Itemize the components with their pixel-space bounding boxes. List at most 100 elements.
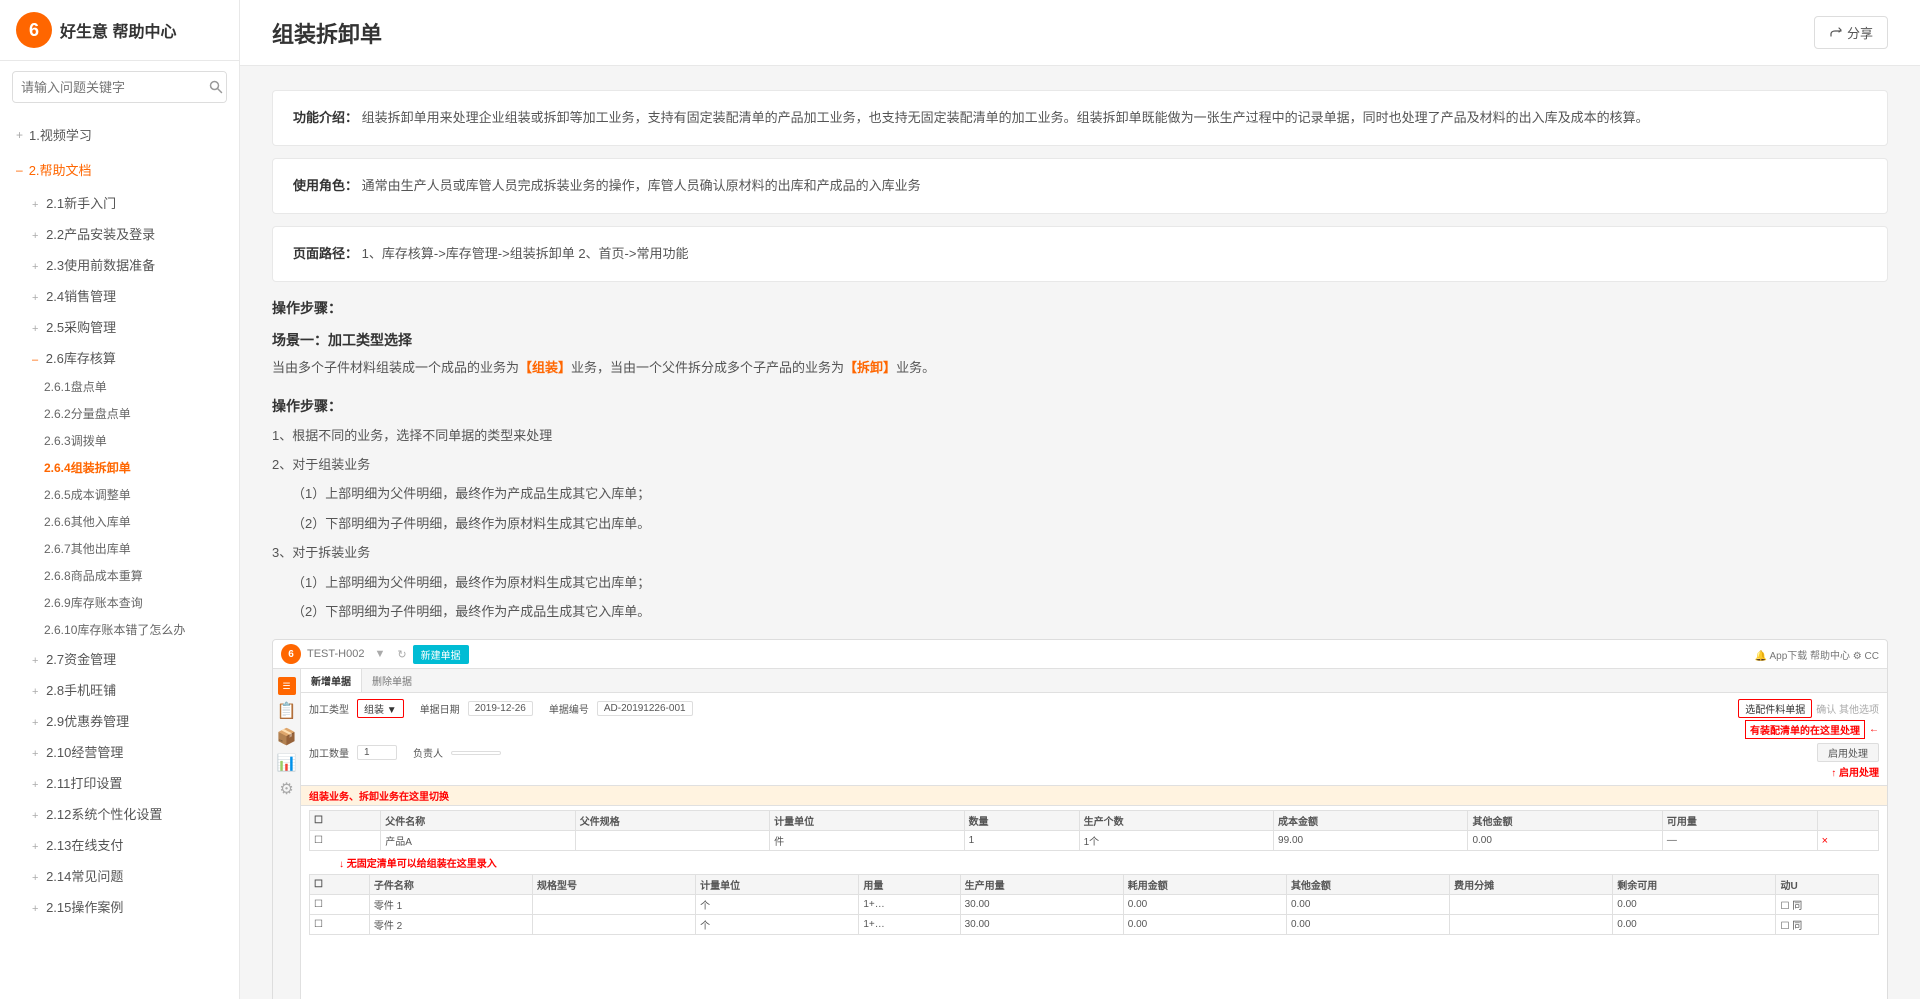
sidebar-item-22[interactable]: + 2.2产品安装及登录 (0, 218, 239, 249)
sidebar-item-21[interactable]: + 2.1新手入门 (0, 187, 239, 218)
share-button[interactable]: 分享 (1814, 16, 1888, 49)
sidebar-item-video[interactable]: + 1.视频学习 (0, 117, 239, 152)
th-unit: 计量单位 (770, 811, 964, 831)
td-parent-name-1: 产品A (381, 831, 575, 851)
td-op-1[interactable]: × (1817, 831, 1878, 851)
sidebar-item-266[interactable]: 2.6.6其他入库单 (0, 508, 239, 535)
app-docnum-label: 单据编号 (549, 701, 589, 716)
sub-td-other-1: 0.00 (1286, 895, 1449, 915)
annotation-2-row: 组装业务、拆卸业务在这里切换 (301, 786, 1887, 806)
sidebar-item-268[interactable]: 2.6.8商品成本重算 (0, 562, 239, 589)
sidebar-item-214[interactable]: + 2.14常见问题 (0, 860, 239, 891)
sidebar-item-211[interactable]: + 2.11打印设置 (0, 767, 239, 798)
sidebar-item-23[interactable]: + 2.3使用前数据准备 (0, 249, 239, 280)
plus-icon-214: + (32, 872, 38, 884)
app-type-field[interactable]: 组装 ▼ (357, 699, 404, 718)
sub-table-row-6 (310, 983, 1879, 999)
sub-header-row: ☐ 子件名称 规格型号 计量单位 用量 生产用量 耗用金额 其他金额 费用分摊 (310, 875, 1879, 895)
app-main-area: 新增单据 删除单据 加工类型 组装 ▼ 单据日期 2019-1 (301, 669, 1887, 999)
sub-td-name-1: 零件 1 (369, 895, 532, 915)
sub-table-row-5 (310, 967, 1879, 983)
sub-table-row-3 (310, 935, 1879, 951)
search-button[interactable] (205, 72, 226, 102)
sidebar-item-24[interactable]: + 2.4销售管理 (0, 280, 239, 311)
app-upper-table: ☐ 父件名称 父件规格 计量单位 数量 生产个数 成本金额 其他金额 可用量 (309, 810, 1879, 851)
app-process-label: 加工数量 (309, 745, 349, 760)
sub-td-remain-1: 0.00 (1613, 895, 1776, 915)
app-nav-icon4: 📊 (277, 753, 297, 773)
sidebar-item-262[interactable]: 2.6.2分量盘点单 (0, 400, 239, 427)
sub-td-empty-3 (310, 935, 1879, 951)
app-upper-table-head: ☐ 父件名称 父件规格 计量单位 数量 生产个数 成本金额 其他金额 可用量 (310, 811, 1879, 831)
sub-th-remain: 剩余可用 (1613, 875, 1776, 895)
app-docnum-field[interactable]: AD-20191226-001 (597, 701, 693, 716)
step2-sub-list: （1）上部明细为父件明细，最终作为产成品生成其它入库单； （2）下部明细为子件明… (292, 482, 1888, 535)
app-new-doc-btn[interactable]: 新建单据 (413, 645, 469, 664)
sidebar-item-28[interactable]: + 2.8手机旺铺 (0, 674, 239, 705)
app-topbar: 6 TEST-H002 ▼ ↻ 新建单据 🔔 App下载 帮助中心 ⚙ CC (273, 640, 1887, 669)
logo-icon: 6 (16, 12, 52, 48)
app-tab-delete[interactable]: 删除单据 (362, 669, 422, 692)
td-check-1[interactable]: ☐ (310, 831, 381, 851)
sub-td-u-2: ☐ 同 (1776, 915, 1879, 935)
delete-row-icon[interactable]: × (1822, 835, 1828, 847)
sub-td-usage-1: 1+… (859, 895, 960, 915)
sidebar-item-26[interactable]: – 2.6库存核算 (0, 342, 239, 373)
sub-td-check-1[interactable]: ☐ (310, 895, 370, 915)
sub-td-u-1: ☐ 同 (1776, 895, 1879, 915)
sub-td-unit-1: 个 (696, 895, 859, 915)
sidebar-item-212[interactable]: + 2.12系统个性化设置 (0, 798, 239, 829)
app-date-field[interactable]: 2019-12-26 (468, 701, 533, 716)
app-qty-field[interactable]: 1 (357, 745, 397, 760)
sidebar-item-27[interactable]: + 2.7资金管理 (0, 643, 239, 674)
sub-td-alloc-2 (1450, 915, 1613, 935)
sub-td-empty-6 (310, 983, 1879, 999)
search-input[interactable] (13, 74, 205, 101)
sidebar-item-215[interactable]: + 2.15操作案例 (0, 891, 239, 922)
sidebar-item-213[interactable]: + 2.13在线支付 (0, 829, 239, 860)
app-refresh-icon: ↻ (397, 648, 406, 661)
sidebar-item-263[interactable]: 2.6.3调拨单 (0, 427, 239, 454)
app-person-field[interactable] (451, 751, 501, 755)
th-qty: 数量 (964, 811, 1079, 831)
search-box[interactable] (12, 71, 227, 103)
sidebar-item-210[interactable]: + 2.10经营管理 (0, 736, 239, 767)
sidebar-item-2610[interactable]: 2.6.10库存账本错了怎么办 (0, 616, 239, 643)
app-lower-table: ☐ 子件名称 规格型号 计量单位 用量 生产用量 耗用金额 其他金额 费用分摊 (309, 874, 1879, 999)
app-op-btn[interactable]: 启用处理 (1817, 743, 1879, 762)
keyword-disassembly: 【拆卸】 (844, 360, 896, 375)
th-cost: 成本金额 (1274, 811, 1468, 831)
app-annotation-area: 选配件料单据 确认 其他选项 (1738, 699, 1879, 718)
plus-icon-215: + (32, 903, 38, 915)
plus-icon-213: + (32, 841, 38, 853)
app-lower-table-body: ☐ 零件 1 个 1+… 30.00 0.00 0.00 (310, 895, 1879, 999)
app-type-label: 加工类型 (309, 701, 349, 716)
intro-block: 功能介绍： 组装拆卸单用来处理企业组装或拆卸等加工业务，支持有固定装配清单的产品… (272, 90, 1888, 146)
plus-icon-video: + (16, 128, 23, 142)
app-select-btn[interactable]: 选配件料单据 (1738, 699, 1812, 718)
th-avail: 可用量 (1662, 811, 1817, 831)
logo-title: 好生意 帮助中心 (60, 18, 176, 42)
th-produce-qty: 生产个数 (1079, 811, 1273, 831)
sub-td-check-2[interactable]: ☐ (310, 915, 370, 935)
sidebar-item-25[interactable]: + 2.5采购管理 (0, 311, 239, 342)
sidebar-item-267[interactable]: 2.6.7其他出库单 (0, 535, 239, 562)
sidebar-item-29[interactable]: + 2.9优惠券管理 (0, 705, 239, 736)
td-other-1: 0.00 (1468, 831, 1662, 851)
step3-sub1: （1）上部明细为父件明细，最终作为原材料生成其它出库单； (292, 571, 1888, 594)
sidebar-item-264[interactable]: 2.6.4组装拆卸单 (0, 454, 239, 481)
sidebar-item-265[interactable]: 2.6.5成本调整单 (0, 481, 239, 508)
share-icon (1829, 26, 1843, 40)
app-tab-active[interactable]: 新增单据 (301, 669, 362, 692)
sidebar-item-269[interactable]: 2.6.9库存账本查询 (0, 589, 239, 616)
nav-section: + 1.视频学习 – 2.帮助文档 + 2.1新手入门 + 2.2产品安装及登录… (0, 113, 239, 926)
plus-icon-24: + (32, 292, 38, 304)
path-block: 页面路径： 1、库存核算->库存管理->组装拆卸单 2、首页->常用功能 (272, 226, 1888, 282)
sidebar-item-261[interactable]: 2.6.1盘点单 (0, 373, 239, 400)
step2-text: 2、对于组装业务 (272, 453, 1888, 476)
sidebar-item-docs[interactable]: – 2.帮助文档 (0, 152, 239, 187)
annotation-label-3: ↑ 启用处理 (1831, 764, 1879, 779)
annotation-3-row: ↑ 启用处理 (309, 764, 1879, 779)
plus-icon-211: + (32, 779, 38, 791)
role-block: 使用角色： 通常由生产人员或库管人员完成拆装业务的操作，库管人员确认原材料的出库… (272, 158, 1888, 214)
